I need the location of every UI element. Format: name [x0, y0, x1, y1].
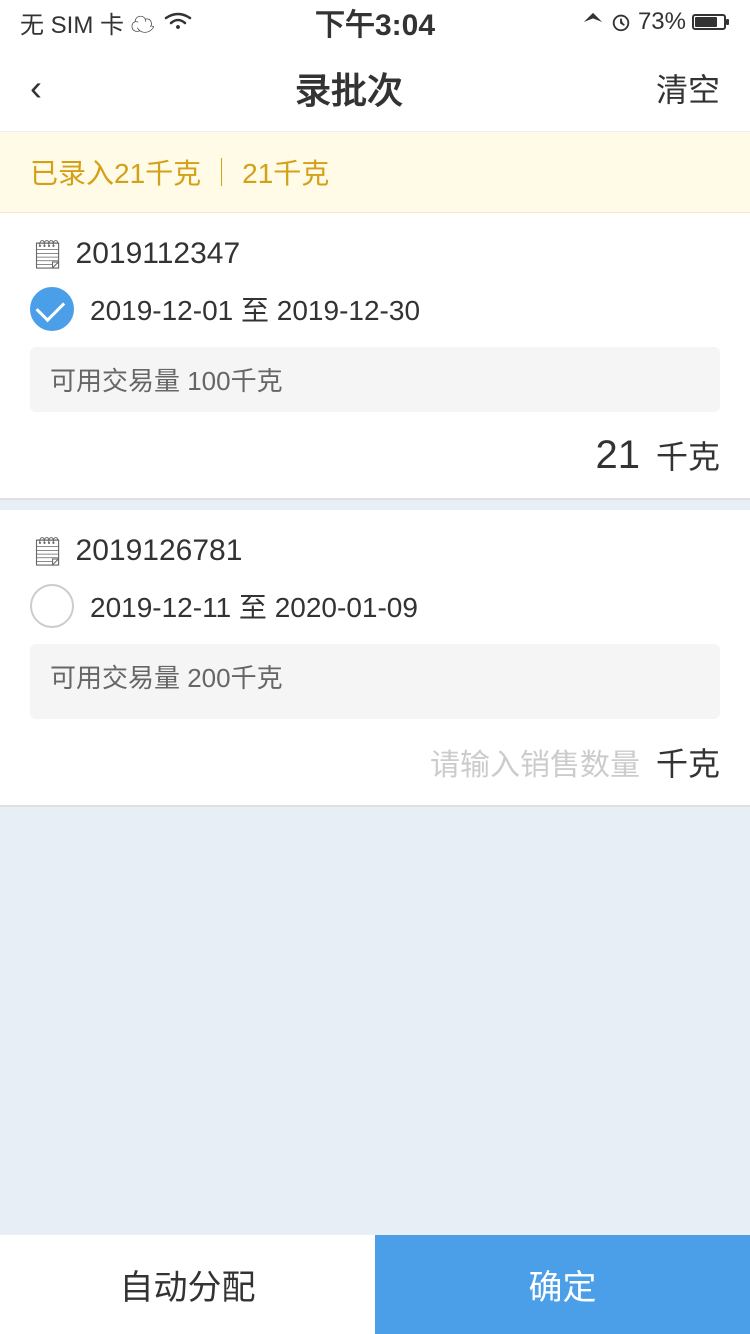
batch-2-date: 2019-12-11 至 2020-01-09 [90, 586, 418, 626]
auto-distribute-button[interactable]: 自动分配 [0, 1235, 375, 1334]
batch-card-1: 🗒 2019112347 2019-12-01 至 2019-12-30 可用交… [0, 213, 750, 412]
batch-2-id: 2019126781 [76, 534, 243, 568]
batch-1-qty-row[interactable]: 21 千克 [0, 412, 750, 500]
status-bar: 无 SIM 卡 ☁ 下午3:04 73% [0, 0, 750, 44]
nav-bar: ‹ 录批次 清空 [0, 44, 750, 132]
batch-1-date-row: 2019-12-01 至 2019-12-30 [30, 287, 720, 331]
summary-label: 已录入21千克 [30, 152, 201, 192]
alarm-icon [610, 11, 632, 33]
status-left: 无 SIM 卡 ☁ [20, 5, 193, 40]
location-icon [582, 11, 604, 33]
batch-1-qty-value: 21 [595, 433, 640, 478]
batch-card-2: 🗒 2019126781 2019-12-11 至 2020-01-09 可用交… [0, 510, 750, 719]
section-divider [0, 500, 750, 510]
summary-value: 21千克 [242, 152, 329, 192]
batch-2-header: 🗒 2019126781 [30, 534, 720, 568]
sim-label: 无 SIM 卡 ☁ [20, 5, 155, 40]
batch-2-checkbox[interactable] [30, 584, 74, 628]
status-right: 73% [582, 8, 730, 36]
batch-2-available-qty: 可用交易量 200千克 [30, 644, 720, 719]
wifi-icon [163, 11, 193, 33]
batch-2-input-unit: 千克 [656, 739, 720, 785]
batch-1-qty-unit: 千克 [656, 432, 720, 478]
batch-1-header: 🗒 2019112347 [30, 237, 720, 271]
back-button[interactable]: ‹ [30, 67, 42, 109]
empty-area [0, 807, 750, 1247]
batch-1-id: 2019112347 [76, 237, 241, 271]
batch-id-icon-1: 🗒 [30, 238, 66, 271]
batch-id-icon-2: 🗒 [30, 535, 66, 568]
status-time: 下午3:04 [315, 0, 435, 44]
bottom-bar: 自动分配 确定 [0, 1234, 750, 1334]
batch-1-available-qty: 可用交易量 100千克 [30, 347, 720, 412]
batch-2-date-row: 2019-12-11 至 2020-01-09 [30, 584, 720, 628]
batch-2-input-placeholder: 请输入销售数量 [430, 740, 640, 784]
battery-text: 73% [638, 8, 686, 36]
summary-banner: 已录入21千克 21千克 [0, 132, 750, 213]
confirm-button[interactable]: 确定 [375, 1235, 750, 1334]
summary-divider [221, 158, 222, 186]
battery-icon [692, 12, 730, 32]
batch-1-checkbox[interactable] [30, 287, 74, 331]
batch-1-date: 2019-12-01 至 2019-12-30 [90, 289, 420, 329]
batch-2-input-row[interactable]: 请输入销售数量 千克 [0, 719, 750, 807]
page-title: 录批次 [295, 62, 403, 114]
clear-button[interactable]: 清空 [656, 65, 720, 111]
